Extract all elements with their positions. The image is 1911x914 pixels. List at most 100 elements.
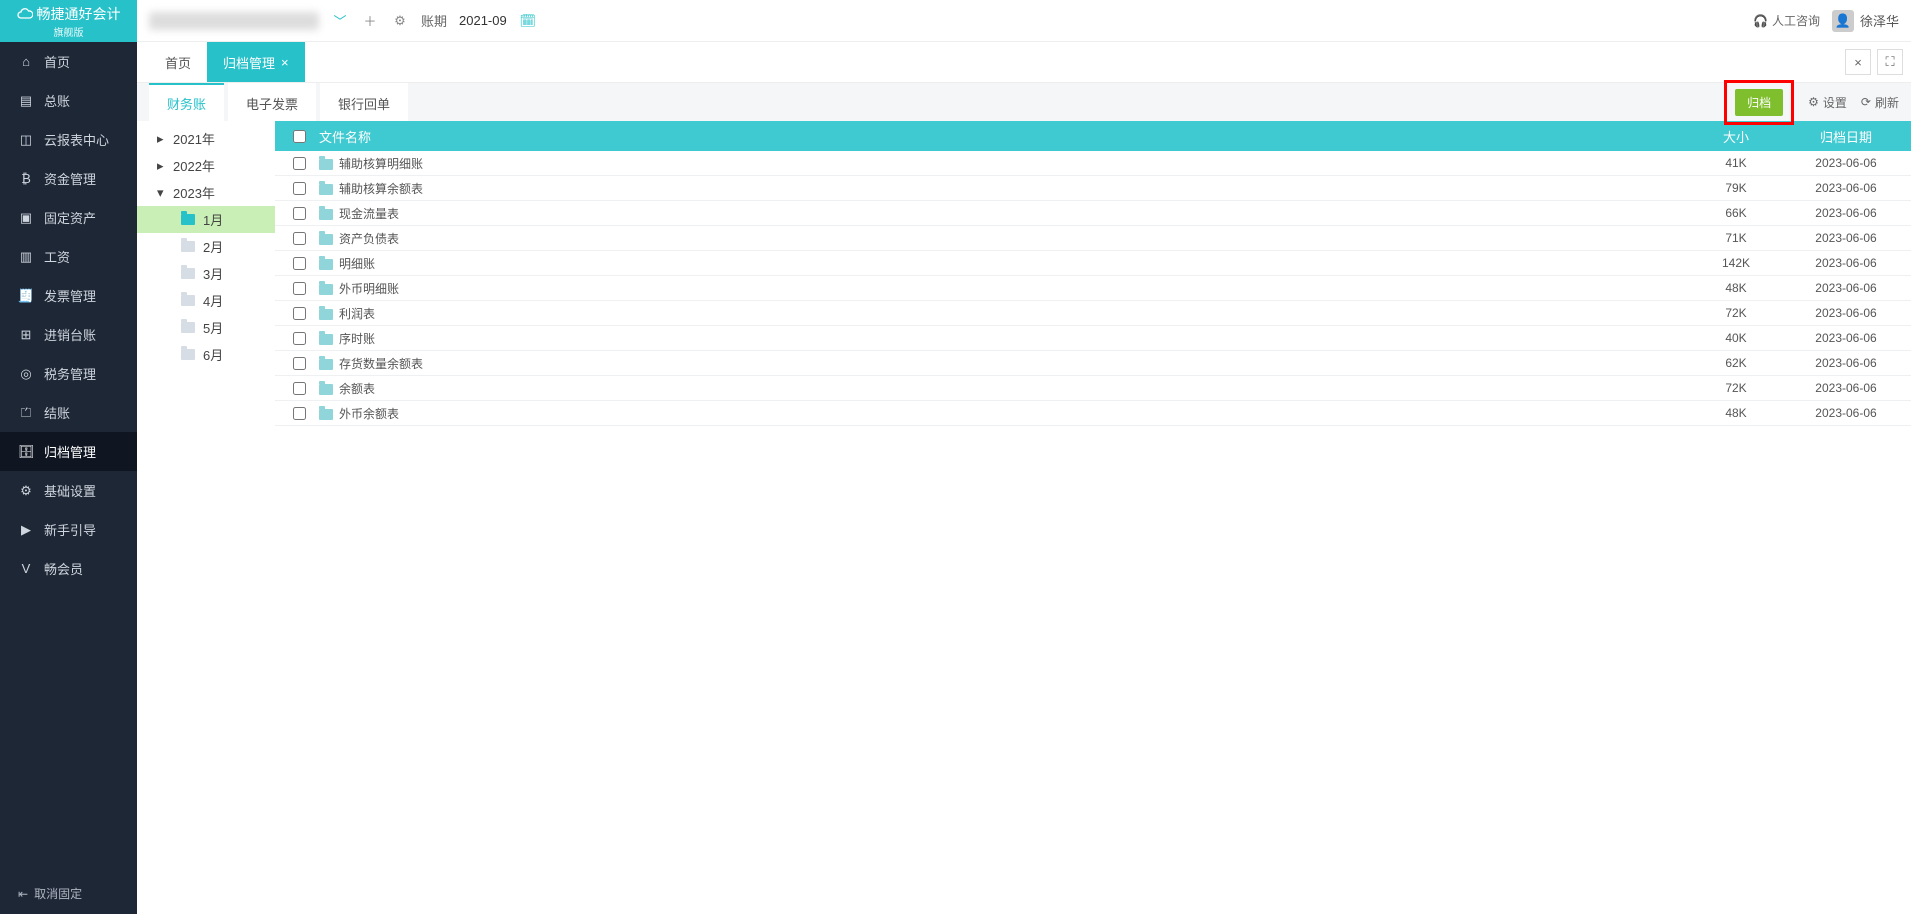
col-date: 归档日期 (1791, 127, 1901, 146)
fullscreen-icon[interactable]: ⛶ (1877, 49, 1903, 75)
subtab-bank[interactable]: 银行回单 (320, 83, 408, 121)
settings-link[interactable]: ⚙设置 (1808, 94, 1847, 111)
nav-guide[interactable]: ▶新手引导 (0, 510, 137, 549)
tree-year[interactable]: ▾2023年 (137, 179, 275, 206)
subtab-finance[interactable]: 财务账 (149, 83, 224, 121)
nav-invoice[interactable]: 🧾发票管理 (0, 276, 137, 315)
content: 财务账 电子发票 银行回单 归档 ⚙设置 ⟳刷新 ▸2021年 ▸2022年 ▾… (137, 82, 1911, 914)
nav-funds[interactable]: ₿资金管理 (0, 159, 137, 198)
chevron-down-icon[interactable]: ﹀ (331, 11, 349, 30)
tree-year[interactable]: ▸2021年 (137, 125, 275, 152)
nav-fixed-assets[interactable]: ▣固定资产 (0, 198, 137, 237)
nav-reports[interactable]: ◫云报表中心 (0, 120, 137, 159)
wallet-icon: ₿ (18, 171, 34, 187)
calendar-icon[interactable]: 🗓 (519, 13, 537, 29)
tree-month[interactable]: 1月 (137, 206, 275, 233)
user-menu[interactable]: 👤 徐泽华 (1832, 10, 1899, 32)
tab-archive[interactable]: 归档管理 × (207, 42, 305, 82)
table-row[interactable]: 资产负债表71K2023-06-06 (275, 226, 1911, 251)
row-checkbox[interactable] (293, 157, 306, 170)
consult-label: 人工咨询 (1772, 12, 1820, 29)
consult-link[interactable]: 🎧 人工咨询 (1753, 12, 1820, 29)
folder-icon (319, 234, 333, 245)
row-checkbox[interactable] (293, 232, 306, 245)
tab-label: 首页 (165, 53, 191, 72)
row-checkbox[interactable] (293, 357, 306, 370)
row-checkbox[interactable] (293, 182, 306, 195)
collapse-toggle[interactable]: ⇤ 取消固定 (0, 873, 137, 914)
nav-label: 畅会员 (44, 559, 83, 578)
table-row[interactable]: 序时账40K2023-06-06 (275, 326, 1911, 351)
refresh-link[interactable]: ⟳刷新 (1861, 94, 1899, 111)
year-label: 2021年 (173, 129, 215, 148)
close-all-tabs[interactable]: × (1845, 49, 1871, 75)
folder-icon (319, 209, 333, 220)
col-size: 大小 (1681, 127, 1791, 146)
gear-icon: ⚙ (18, 483, 34, 499)
row-checkbox[interactable] (293, 257, 306, 270)
row-checkbox[interactable] (293, 407, 306, 420)
nav-closing[interactable]: ⏍结账 (0, 393, 137, 432)
archive-button[interactable]: 归档 (1735, 89, 1783, 116)
table-row[interactable]: 现金流量表66K2023-06-06 (275, 201, 1911, 226)
collapse-label: 取消固定 (34, 885, 82, 902)
tree-month[interactable]: 3月 (137, 260, 275, 287)
folder-icon (319, 409, 333, 420)
table-row[interactable]: 外币余额表48K2023-06-06 (275, 401, 1911, 426)
period-label: 账期 (421, 11, 447, 30)
table-header: 文件名称 大小 归档日期 (275, 121, 1911, 151)
file-table: 文件名称 大小 归档日期 辅助核算明细账41K2023-06-06辅助核算余额表… (275, 121, 1911, 914)
close-icon[interactable]: × (281, 55, 289, 70)
folder-icon (319, 309, 333, 320)
row-checkbox[interactable] (293, 382, 306, 395)
cell-date: 2023-06-06 (1791, 331, 1901, 345)
subtab-einvoice[interactable]: 电子发票 (228, 83, 316, 121)
table-row[interactable]: 外币明细账48K2023-06-06 (275, 276, 1911, 301)
tab-home[interactable]: 首页 (149, 42, 207, 82)
cell-date: 2023-06-06 (1791, 406, 1901, 420)
cell-size: 48K (1681, 281, 1791, 295)
row-checkbox[interactable] (293, 282, 306, 295)
table-row[interactable]: 明细账142K2023-06-06 (275, 251, 1911, 276)
cell-name: 现金流量表 (313, 205, 1681, 222)
nav-inventory[interactable]: ⊞进销台账 (0, 315, 137, 354)
tree-month[interactable]: 6月 (137, 341, 275, 368)
table-row[interactable]: 利润表72K2023-06-06 (275, 301, 1911, 326)
row-checkbox[interactable] (293, 332, 306, 345)
nav-settings[interactable]: ⚙基础设置 (0, 471, 137, 510)
nav: ⌂首页 ▤总账 ◫云报表中心 ₿资金管理 ▣固定资产 ▥工资 🧾发票管理 ⊞进销… (0, 42, 137, 873)
cell-size: 72K (1681, 381, 1791, 395)
chart-icon: ◫ (18, 132, 34, 148)
plus-icon[interactable]: ＋ (361, 11, 379, 30)
table-body: 辅助核算明细账41K2023-06-06辅助核算余额表79K2023-06-06… (275, 151, 1911, 426)
row-checkbox[interactable] (293, 207, 306, 220)
nav-salary[interactable]: ▥工资 (0, 237, 137, 276)
nav-member[interactable]: V畅会员 (0, 549, 137, 588)
tree-month[interactable]: 4月 (137, 287, 275, 314)
caret-right-icon: ▸ (157, 158, 167, 174)
nav-archive[interactable]: 🗄归档管理 (0, 432, 137, 471)
nav-label: 发票管理 (44, 286, 96, 305)
select-all-checkbox[interactable] (293, 130, 306, 143)
folder-icon (319, 184, 333, 195)
cell-size: 66K (1681, 206, 1791, 220)
table-row[interactable]: 余额表72K2023-06-06 (275, 376, 1911, 401)
tree-month[interactable]: 2月 (137, 233, 275, 260)
cell-name: 外币明细账 (313, 280, 1681, 297)
gear-icon[interactable]: ⚙ (391, 13, 409, 29)
gear-icon: ⚙ (1808, 95, 1819, 109)
period-value[interactable]: 2021-09 (459, 13, 507, 28)
headset-icon: 🎧 (1753, 14, 1768, 28)
row-checkbox[interactable] (293, 307, 306, 320)
table-row[interactable]: 辅助核算余额表79K2023-06-06 (275, 176, 1911, 201)
tree-year[interactable]: ▸2022年 (137, 152, 275, 179)
nav-ledger[interactable]: ▤总账 (0, 81, 137, 120)
nav-home[interactable]: ⌂首页 (0, 42, 137, 81)
table-row[interactable]: 存货数量余额表62K2023-06-06 (275, 351, 1911, 376)
company-selector[interactable] (149, 12, 319, 30)
nav-label: 固定资产 (44, 208, 96, 227)
nav-tax[interactable]: ◎税务管理 (0, 354, 137, 393)
col-name: 文件名称 (313, 127, 1681, 146)
tree-month[interactable]: 5月 (137, 314, 275, 341)
table-row[interactable]: 辅助核算明细账41K2023-06-06 (275, 151, 1911, 176)
